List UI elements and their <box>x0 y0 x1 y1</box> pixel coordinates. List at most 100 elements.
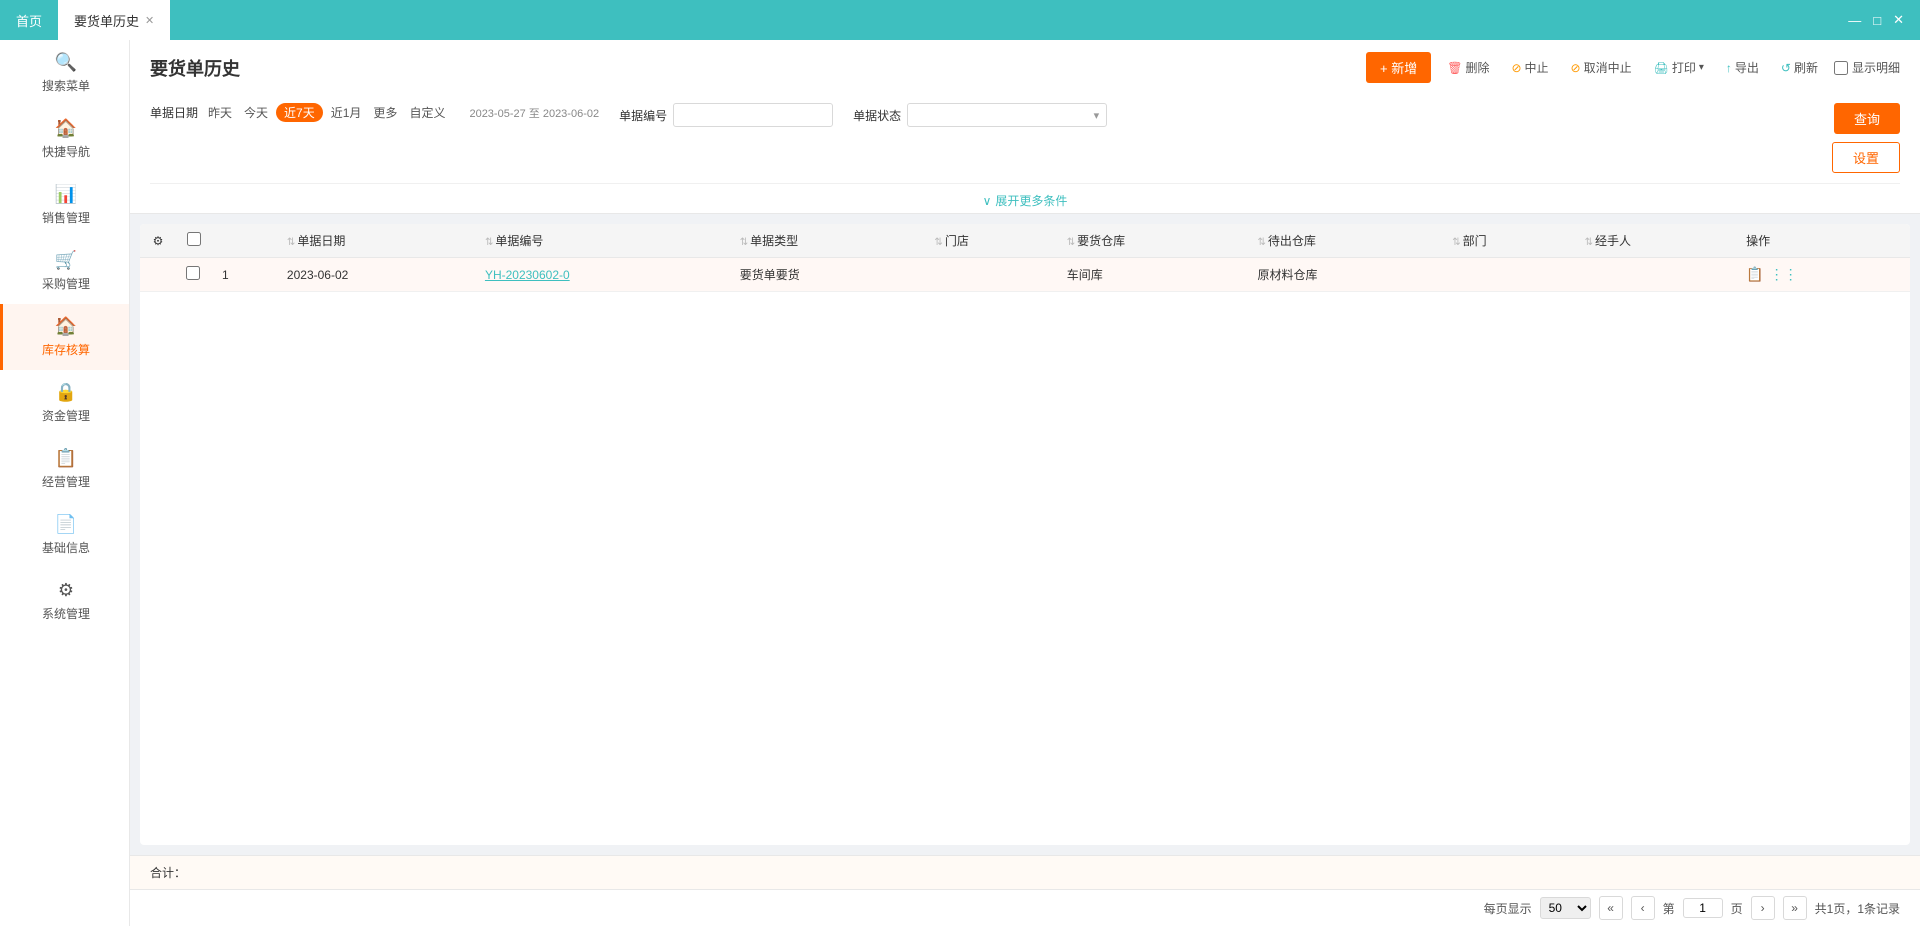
th-doc-date[interactable]: 单据日期 <box>277 224 475 258</box>
refresh-icon: ↺ <box>1781 61 1791 75</box>
th-pending-warehouse[interactable]: 待出仓库 <box>1248 224 1443 258</box>
query-button[interactable]: 查询 <box>1834 103 1900 134</box>
date-btn-7days[interactable]: 近7天 <box>276 103 323 122</box>
total-label: 合计： <box>150 864 186 881</box>
date-btn-custom[interactable]: 自定义 <box>405 103 449 122</box>
td-seq: 1 <box>212 258 277 292</box>
prev-page-button[interactable]: ‹ <box>1631 896 1655 920</box>
select-all-checkbox[interactable] <box>187 232 201 246</box>
filter-settings-button[interactable]: 设置 <box>1832 142 1900 173</box>
td-doc-no[interactable]: YH-20230602-0 <box>475 258 730 292</box>
print-button[interactable]: 🖨 打印 ▾ <box>1648 55 1710 80</box>
doc-status-label: 单据状态 <box>853 107 901 124</box>
sidebar-item-system-mgmt[interactable]: ⚙ 系统管理 <box>0 568 129 634</box>
th-seq <box>212 224 277 258</box>
sidebar-item-capital-mgmt[interactable]: 🔒 资金管理 <box>0 370 129 436</box>
sidebar-item-operations-mgmt[interactable]: 📋 经营管理 <box>0 436 129 502</box>
system-mgmt-icon: ⚙ <box>58 580 74 601</box>
filter-right-buttons: 查询 设置 <box>1832 103 1900 173</box>
page-header: 要货单历史 + 新增 🗑 删除 ⊘ 中止 ⊘ 取消中止 <box>130 40 1920 214</box>
inventory-calc-icon: 🏠 <box>55 316 77 337</box>
th-checkbox <box>176 224 212 258</box>
sidebar-item-basic-info[interactable]: 📄 基础信息 <box>0 502 129 568</box>
print-dropdown-icon: ▾ <box>1699 62 1704 73</box>
doc-number-input[interactable] <box>673 103 833 127</box>
export-button[interactable]: ↑ 导出 <box>1720 55 1765 80</box>
maximize-icon[interactable]: □ <box>1873 13 1881 28</box>
toolbar: + 新增 🗑 删除 ⊘ 中止 ⊘ 取消中止 🖨 打 <box>1366 52 1900 83</box>
refresh-button[interactable]: ↺ 刷新 <box>1775 55 1824 80</box>
page-size-select[interactable]: 10 20 50 100 <box>1540 897 1591 919</box>
expand-more-button[interactable]: ∨ 展开更多条件 <box>150 183 1900 213</box>
date-btn-yesterday[interactable]: 昨天 <box>204 103 236 122</box>
row-more-icon[interactable]: ⋮⋮ <box>1770 266 1798 283</box>
td-handler <box>1575 258 1737 292</box>
doc-status-select-wrapper <box>907 103 1107 127</box>
show-detail-checkbox[interactable] <box>1834 61 1848 75</box>
search-menu-icon: 🔍 <box>55 52 77 73</box>
export-icon: ↑ <box>1726 61 1732 75</box>
doc-status-select[interactable] <box>907 103 1107 127</box>
td-pending-warehouse: 原材料仓库 <box>1248 258 1443 292</box>
page-number-input[interactable] <box>1683 898 1723 918</box>
th-actions: 操作 <box>1736 224 1910 258</box>
print-icon: 🖨 <box>1654 61 1669 75</box>
tab-requisition-history[interactable]: 要货单历史 ✕ <box>58 0 170 40</box>
sidebar-item-search-menu[interactable]: 🔍 搜索菜单 <box>0 40 129 106</box>
last-page-button[interactable]: » <box>1783 896 1807 920</box>
close-window-icon[interactable]: ✕ <box>1893 12 1904 28</box>
window-controls: — □ ✕ <box>1848 12 1920 28</box>
pagination-bar: 每页显示 10 20 50 100 « ‹ 第 页 › » 共1页，1条记录 <box>130 889 1920 926</box>
sidebar-item-purchase-mgmt[interactable]: 🛒 采购管理 <box>0 238 129 304</box>
doc-status-filter-group: 单据状态 <box>853 103 1107 127</box>
row-edit-icon[interactable]: 📋 <box>1746 266 1763 283</box>
next-page-button[interactable]: › <box>1751 896 1775 920</box>
th-doc-no[interactable]: 单据编号 <box>475 224 730 258</box>
th-store[interactable]: 门店 <box>924 224 1056 258</box>
doc-date-label: 单据日期 <box>150 104 198 121</box>
th-dept[interactable]: 部门 <box>1442 224 1574 258</box>
sidebar: 🔍 搜索菜单 🏠 快捷导航 📊 销售管理 🛒 采购管理 🏠 库存核算 🔒 资金管… <box>0 40 130 926</box>
page-label-prefix: 第 <box>1663 900 1675 917</box>
stop-icon: ⊘ <box>1511 61 1521 75</box>
row-checkbox-0[interactable] <box>186 266 200 280</box>
delete-button[interactable]: 🗑 删除 <box>1441 55 1495 80</box>
date-range-display: 2023-05-27 至 2023-06-02 <box>469 103 599 121</box>
td-doc-type: 要货单要货 <box>730 258 925 292</box>
content-area: 要货单历史 + 新增 🗑 删除 ⊘ 中止 ⊘ 取消中止 <box>130 40 1920 926</box>
th-handler[interactable]: 经手人 <box>1575 224 1737 258</box>
th-settings[interactable]: ⚙ <box>140 224 176 258</box>
doc-number-label: 单据编号 <box>619 107 667 124</box>
minimize-icon[interactable]: — <box>1848 13 1861 28</box>
date-btn-1month[interactable]: 近1月 <box>327 103 366 122</box>
sidebar-item-quick-nav[interactable]: 🏠 快捷导航 <box>0 106 129 172</box>
show-detail-toggle[interactable]: 显示明细 <box>1834 59 1900 76</box>
sidebar-item-inventory-calc[interactable]: 🏠 库存核算 <box>0 304 129 370</box>
top-tabs: 首页 要货单历史 ✕ <box>0 0 1848 40</box>
table-header-row: ⚙ 单据日期 单据编号 单据类型 门店 要货仓库 待出仓库 部门 经手人 操 <box>140 224 1910 258</box>
requisition-table: ⚙ 单据日期 单据编号 单据类型 门店 要货仓库 待出仓库 部门 经手人 操 <box>140 224 1910 292</box>
stop-button[interactable]: ⊘ 中止 <box>1505 55 1554 80</box>
th-doc-type[interactable]: 单据类型 <box>730 224 925 258</box>
td-store <box>924 258 1056 292</box>
tab-home[interactable]: 首页 <box>0 0 58 40</box>
page-title-row: 要货单历史 + 新增 🗑 删除 ⊘ 中止 ⊘ 取消中止 <box>150 52 1900 83</box>
close-tab-icon[interactable]: ✕ <box>145 14 154 27</box>
filter-bar: 单据日期 昨天 今天 近7天 近1月 更多 自定义 2023-05-27 至 2… <box>150 93 1900 183</box>
th-req-warehouse[interactable]: 要货仓库 <box>1057 224 1248 258</box>
doc-date-filter-group: 单据日期 昨天 今天 近7天 近1月 更多 自定义 <box>150 103 449 122</box>
table-wrapper: ⚙ 单据日期 单据编号 单据类型 门店 要货仓库 待出仓库 部门 经手人 操 <box>140 224 1910 845</box>
page-size-label: 每页显示 <box>1484 900 1532 917</box>
first-page-button[interactable]: « <box>1599 896 1623 920</box>
td-actions: 📋 ⋮⋮ <box>1736 258 1910 292</box>
cancel-stop-button[interactable]: ⊘ 取消中止 <box>1565 55 1638 80</box>
table-footer: 合计： <box>130 855 1920 889</box>
sales-mgmt-icon: 📊 <box>55 184 77 205</box>
doc-number-filter-group: 单据编号 <box>619 103 833 127</box>
page-summary: 共1页，1条记录 <box>1815 900 1900 917</box>
date-btn-today[interactable]: 今天 <box>240 103 272 122</box>
sidebar-item-sales-mgmt[interactable]: 📊 销售管理 <box>0 172 129 238</box>
purchase-mgmt-icon: 🛒 <box>55 250 77 271</box>
new-button[interactable]: + 新增 <box>1366 52 1431 83</box>
date-btn-more[interactable]: 更多 <box>369 103 401 122</box>
